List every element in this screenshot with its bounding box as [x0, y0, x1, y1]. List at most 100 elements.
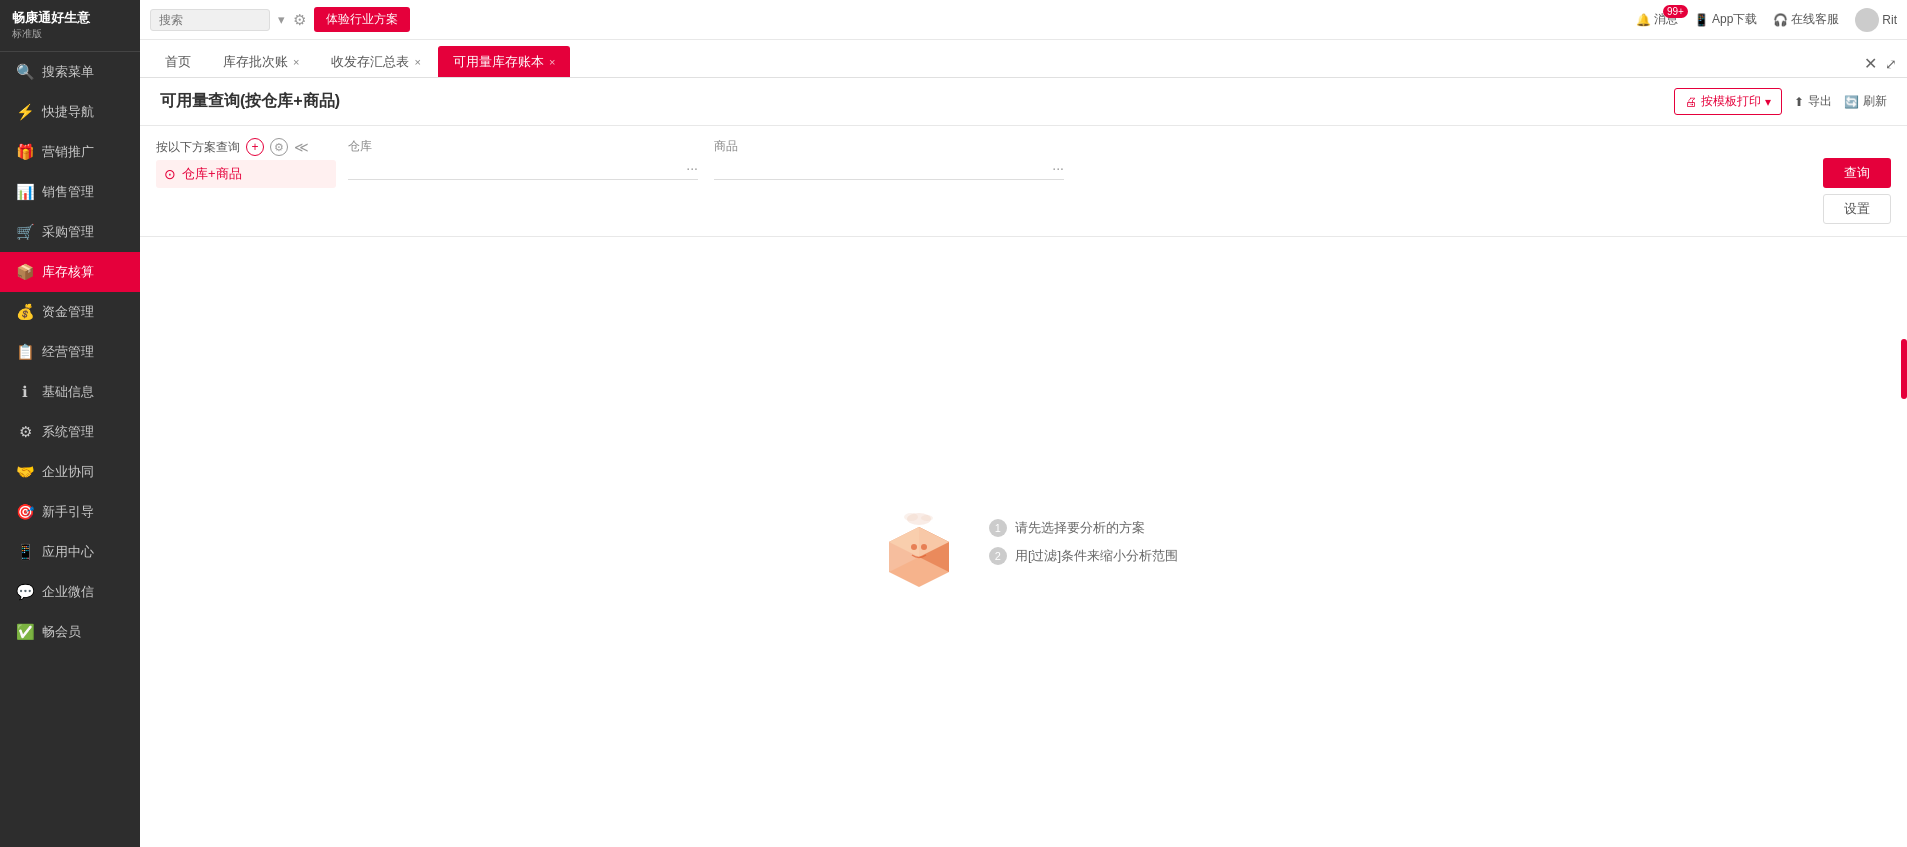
sidebar-item-enterprise-wechat[interactable]: 💬企业微信 — [0, 572, 140, 612]
field-input-warehouse[interactable] — [348, 161, 682, 176]
nav-icon-app-center: 📱 — [16, 543, 34, 561]
filter-area: 按以下方案查询 + ⚙ ≪ ⊙仓库+商品 仓库 ··· 商品 ··· 查询 设置 — [140, 126, 1907, 237]
query-button[interactable]: 查询 — [1823, 158, 1891, 188]
avatar — [1855, 8, 1879, 32]
sidebar-item-member[interactable]: ✅畅会员 — [0, 612, 140, 652]
sidebar-item-label: 系统管理 — [42, 423, 94, 441]
sidebar-item-finance[interactable]: 💰资金管理 — [0, 292, 140, 332]
svg-point-4 — [911, 544, 917, 550]
message-button[interactable]: 🔔 消息 99+ — [1636, 11, 1678, 28]
field-input-product[interactable] — [714, 161, 1048, 176]
tab-close-icon[interactable]: × — [414, 56, 420, 68]
sidebar: 畅康通好生意 标准版 🔍搜索菜单⚡快捷导航🎁营销推广📊销售管理🛒采购管理📦库存核… — [0, 0, 140, 847]
nav-icon-basic-info: ℹ — [16, 383, 34, 401]
field-label: 商品 — [714, 138, 1064, 155]
gear-icon[interactable]: ⚙ — [293, 11, 306, 29]
trial-button[interactable]: 体验行业方案 — [314, 7, 410, 32]
scheme-item-warehouse-product[interactable]: ⊙仓库+商品 — [156, 160, 336, 188]
close-tab-icon[interactable]: ✕ — [1864, 54, 1877, 73]
filter-buttons: 查询 设置 — [1823, 138, 1891, 224]
empty-illustration — [869, 497, 959, 587]
sidebar-item-inventory[interactable]: 📦库存核算 — [0, 252, 140, 292]
sidebar-item-label: 应用中心 — [42, 543, 94, 561]
logo-sub: 标准版 — [12, 27, 128, 41]
nav-icon-marketing-promo: 🎁 — [16, 143, 34, 161]
sidebar-item-label: 营销推广 — [42, 143, 94, 161]
settings-button[interactable]: 设置 — [1823, 194, 1891, 224]
field-label: 仓库 — [348, 138, 698, 155]
sidebar-item-label: 畅会员 — [42, 623, 81, 641]
refresh-icon: 🔄 — [1844, 95, 1859, 109]
tip-text: 请先选择要分析的方案 — [1015, 519, 1145, 537]
print-dropdown-icon[interactable]: ▾ — [1765, 95, 1771, 109]
tab-batch-ledger[interactable]: 库存批次账× — [208, 46, 314, 77]
tab-close-icon[interactable]: × — [293, 56, 299, 68]
scheme-icon: ⊙ — [164, 166, 176, 182]
export-button[interactable]: ⬆ 导出 — [1794, 93, 1832, 110]
sidebar-item-search[interactable]: 🔍搜索菜单 — [0, 52, 140, 92]
nav-icon-system: ⚙ — [16, 423, 34, 441]
nav-icon-shortcut: ⚡ — [16, 103, 34, 121]
more-options-icon[interactable]: ··· — [1052, 160, 1064, 176]
sidebar-item-label: 快捷导航 — [42, 103, 94, 121]
tab-available-qty[interactable]: 可用量库存账本 × — [438, 46, 570, 77]
refresh-button[interactable]: 🔄 刷新 — [1844, 93, 1887, 110]
tab-close-icon[interactable]: × — [549, 56, 555, 68]
content-area: 可用量查询(按仓库+商品) 🖨 按模板打印 ▾ ⬆ 导出 🔄 刷新 — [140, 78, 1907, 847]
collapse-icon[interactable]: ≪ — [294, 139, 309, 155]
sidebar-item-label: 采购管理 — [42, 223, 94, 241]
username: Rit — [1882, 13, 1897, 27]
scrollbar-indicator[interactable] — [1901, 339, 1907, 399]
sidebar-item-system[interactable]: ⚙ 系统管理 — [0, 412, 140, 452]
tip-number: 1 — [989, 519, 1007, 537]
bell-icon: 🔔 — [1636, 13, 1651, 27]
expand-icon[interactable]: ⤢ — [1885, 56, 1897, 72]
sidebar-item-shortcut[interactable]: ⚡ 快捷导航 — [0, 92, 140, 132]
export-icon: ⬆ — [1794, 95, 1804, 109]
sidebar-item-enterprise[interactable]: 🤝 企业协同 — [0, 452, 140, 492]
tabs-actions: ✕ ⤢ — [1864, 54, 1897, 77]
nav-icon-inventory: 📦 — [16, 263, 34, 281]
sidebar-item-marketing-promo[interactable]: 🎁 营销推广 — [0, 132, 140, 172]
scheme-label: 按以下方案查询 — [156, 139, 240, 156]
field-input-container: ··· — [348, 157, 698, 180]
sidebar-nav: 🔍搜索菜单 ⚡ 快捷导航 🎁 营销推广 📊销售管理🛒采购管理📦库存核算💰资金管理📋经营管理… — [0, 52, 140, 847]
nav-icon-enterprise: 🤝 — [16, 463, 34, 481]
nav-icon-search: 🔍 — [16, 63, 34, 81]
main-area: ▾ ⚙ 体验行业方案 🔔 消息 99+ 📱 App下载 🎧 在线客服 Rit — [140, 0, 1907, 847]
sidebar-item-label: 资金管理 — [42, 303, 94, 321]
sidebar-item-label: 企业微信 — [42, 583, 94, 601]
tip-number: 2 — [989, 547, 1007, 565]
topbar: ▾ ⚙ 体验行业方案 🔔 消息 99+ 📱 App下载 🎧 在线客服 Rit — [140, 0, 1907, 40]
sidebar-item-newbie[interactable]: 🎯新手引导 — [0, 492, 140, 532]
tab-label: 可用量库存账本 — [453, 53, 544, 71]
page-title: 可用量查询(按仓库+商品) — [160, 91, 340, 112]
app-download-button[interactable]: 📱 App下载 — [1694, 11, 1757, 28]
more-options-icon[interactable]: ··· — [686, 160, 698, 176]
sidebar-item-purchase[interactable]: 🛒采购管理 — [0, 212, 140, 252]
print-button[interactable]: 🖨 按模板打印 ▾ — [1674, 88, 1782, 115]
sidebar-item-operations[interactable]: 📋经营管理 — [0, 332, 140, 372]
sidebar-item-app-center[interactable]: 📱 应用中心 — [0, 532, 140, 572]
tabs-bar: 首页库存批次账× 收发存汇总表 × 可用量库存账本 × ✕ ⤢ — [140, 40, 1907, 78]
service-label: 在线客服 — [1791, 11, 1839, 28]
search-input[interactable] — [150, 9, 270, 31]
page-actions: 🖨 按模板打印 ▾ ⬆ 导出 🔄 刷新 — [1674, 88, 1887, 115]
filter-fields: 仓库 ··· 商品 ··· — [348, 138, 1811, 180]
tab-receive-ledger[interactable]: 收发存汇总表 × — [316, 46, 435, 77]
sidebar-item-sales[interactable]: 📊销售管理 — [0, 172, 140, 212]
filter-field-warehouse: 仓库 ··· — [348, 138, 698, 180]
tab-label: 首页 — [165, 53, 191, 71]
user-menu[interactable]: Rit — [1855, 8, 1897, 32]
add-scheme-button[interactable]: + — [246, 138, 264, 156]
sidebar-item-basic-info[interactable]: ℹ 基础信息 — [0, 372, 140, 412]
scheme-settings-icon[interactable]: ⚙ — [270, 138, 288, 156]
online-service-button[interactable]: 🎧 在线客服 — [1773, 11, 1839, 28]
tab-home[interactable]: 首页 — [150, 46, 206, 77]
tab-label: 收发存汇总表 — [331, 53, 409, 71]
phone-icon: 📱 — [1694, 13, 1709, 27]
dropdown-arrow-icon[interactable]: ▾ — [278, 12, 285, 27]
sidebar-item-label: 企业协同 — [42, 463, 94, 481]
nav-icon-sales: 📊 — [16, 183, 34, 201]
sidebar-item-label: 基础信息 — [42, 383, 94, 401]
